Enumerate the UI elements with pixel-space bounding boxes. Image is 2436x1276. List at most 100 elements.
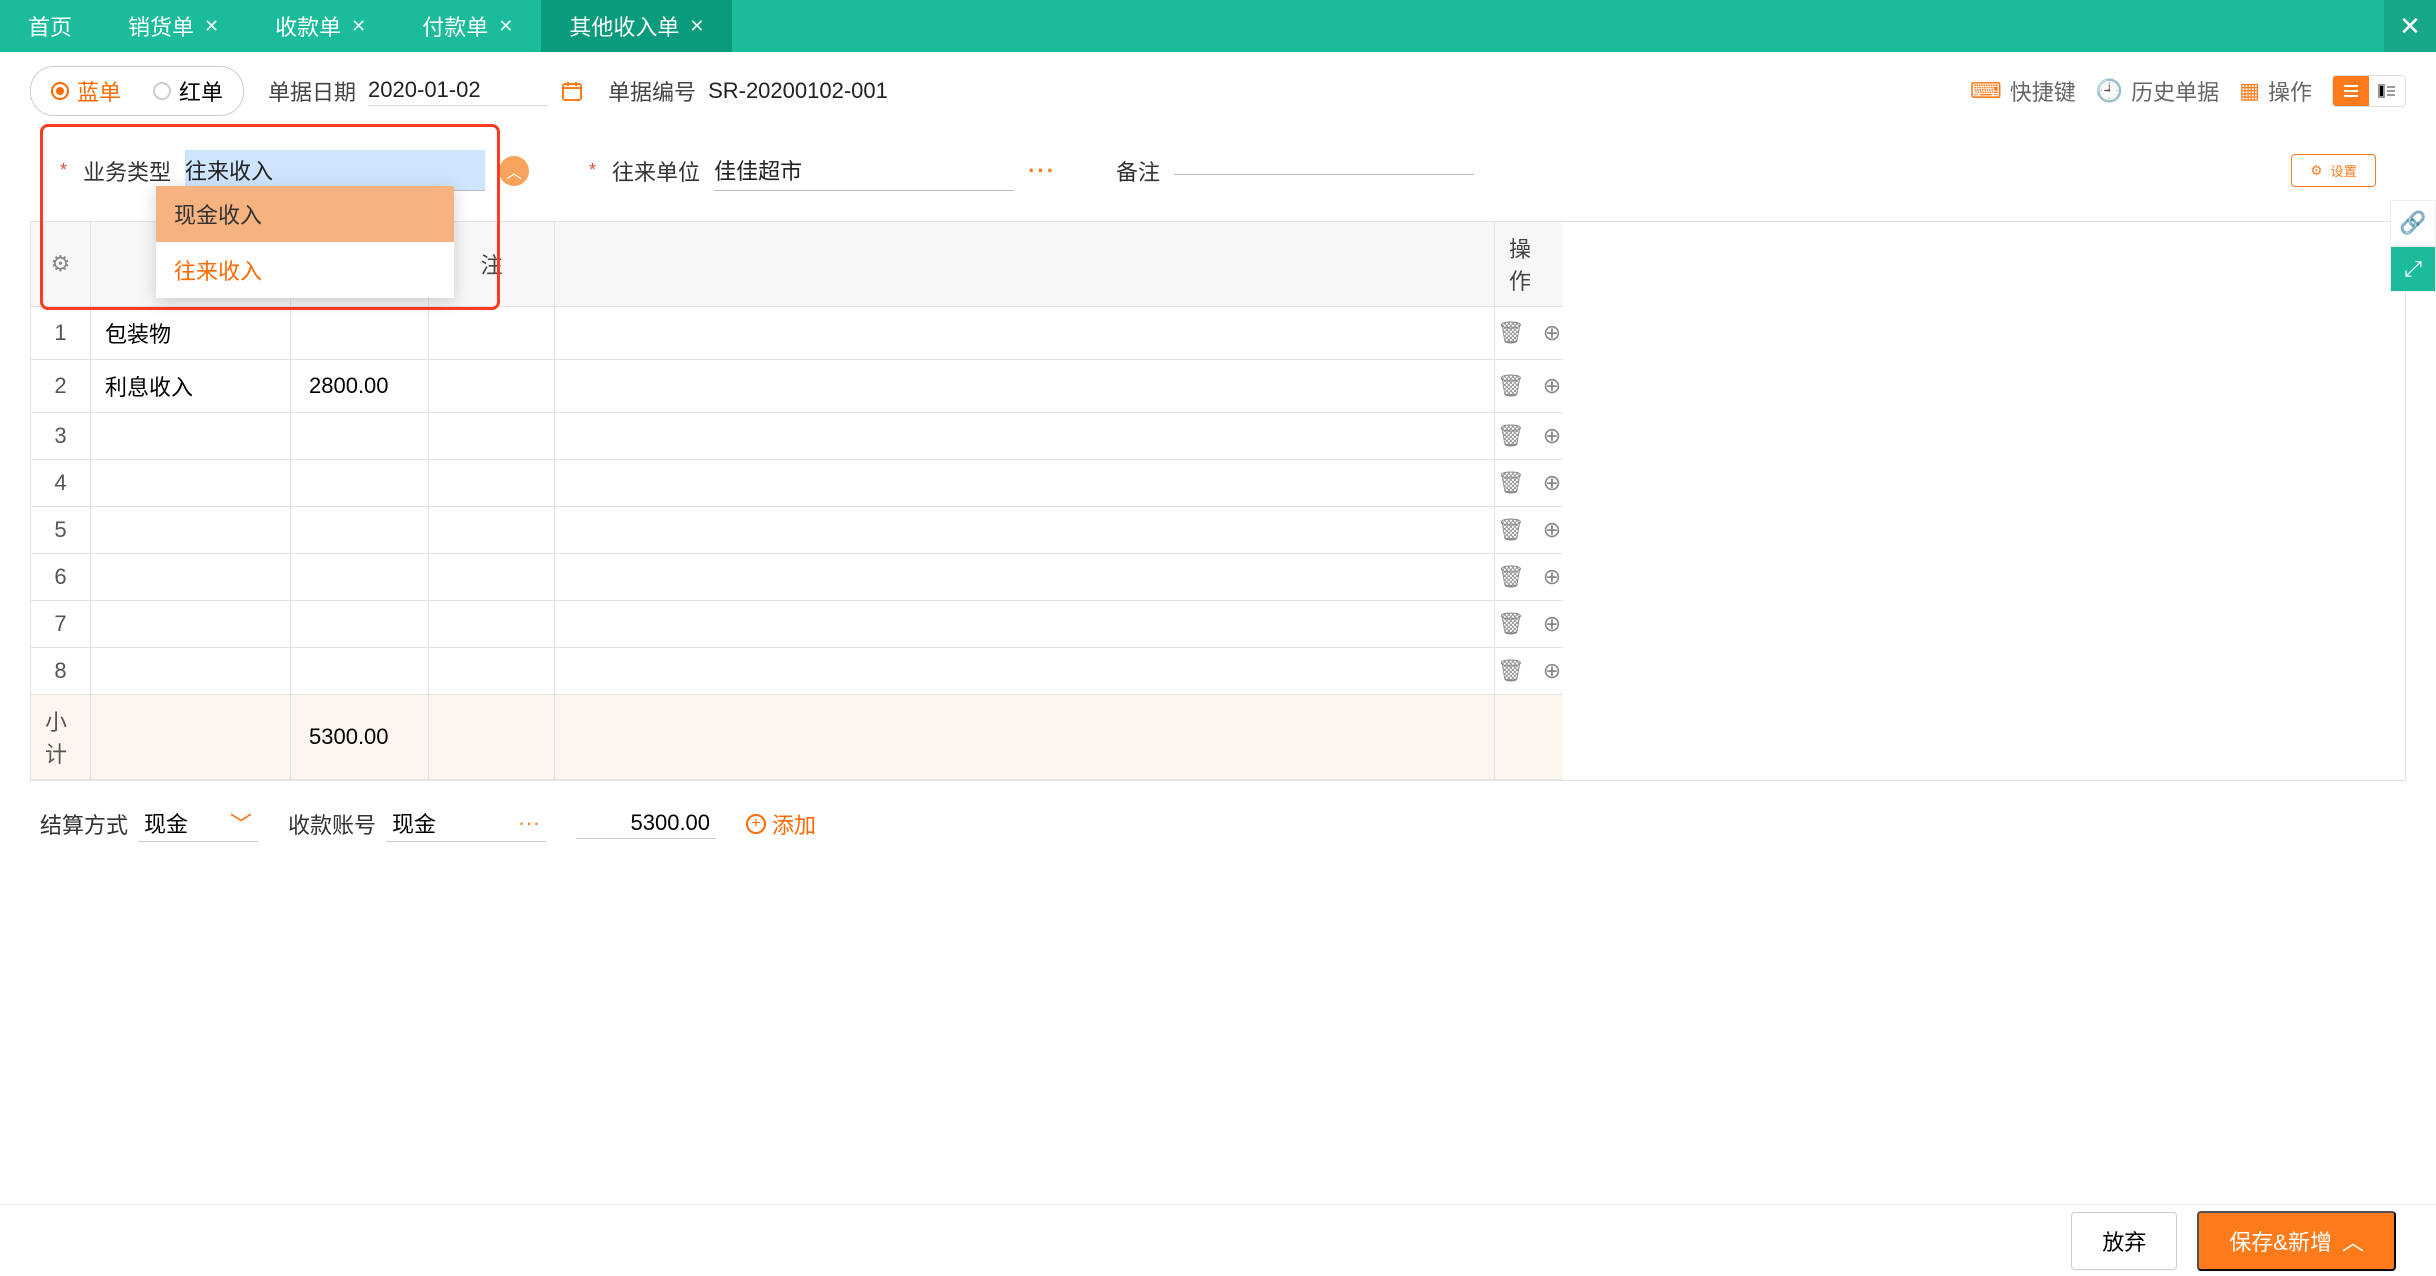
delete-icon[interactable]: 🗑 bbox=[1497, 320, 1525, 346]
add-row-icon[interactable]: ⊕ bbox=[1543, 320, 1561, 346]
tab-home[interactable]: 首页 bbox=[0, 0, 100, 52]
cell-remark[interactable] bbox=[429, 460, 555, 507]
delete-icon[interactable]: 🗑 bbox=[1497, 517, 1525, 543]
cell-income-name[interactable] bbox=[91, 648, 291, 695]
view-detail-button[interactable] bbox=[2369, 76, 2405, 106]
row-number: 4 bbox=[31, 460, 91, 507]
biz-type-dropdown: 现金收入 往来收入 bbox=[156, 186, 454, 298]
cell-income-name[interactable]: 利息收入 bbox=[91, 360, 291, 413]
party-label: 往来单位 bbox=[612, 155, 700, 187]
close-icon[interactable]: ✕ bbox=[498, 16, 513, 37]
close-icon[interactable]: ✕ bbox=[204, 16, 219, 37]
cell-amount[interactable] bbox=[291, 601, 429, 648]
cell-income-name[interactable] bbox=[91, 554, 291, 601]
cell-income-name[interactable] bbox=[91, 460, 291, 507]
delete-icon[interactable]: 🗑 bbox=[1497, 373, 1525, 399]
bill-type-red[interactable]: 红单 bbox=[137, 71, 239, 111]
add-row-icon[interactable]: ⊕ bbox=[1543, 517, 1561, 543]
cell-remark[interactable] bbox=[429, 554, 555, 601]
add-row-icon[interactable]: ⊕ bbox=[1543, 423, 1561, 449]
tab-payment[interactable]: 付款单✕ bbox=[394, 0, 541, 52]
cell-spacer bbox=[555, 507, 1495, 554]
cell-amount[interactable] bbox=[291, 460, 429, 507]
history-button[interactable]: 🕘历史单据 bbox=[2096, 75, 2219, 107]
chevron-up-icon[interactable]: ︿ bbox=[499, 156, 529, 186]
row-ops: 🗑⊕ bbox=[1495, 507, 1563, 554]
subtotal-spacer bbox=[555, 695, 1495, 780]
close-icon[interactable]: ✕ bbox=[351, 16, 366, 37]
calendar-icon[interactable] bbox=[560, 79, 584, 103]
row-ops: 🗑⊕ bbox=[1495, 307, 1563, 360]
tab-other-income[interactable]: 其他收入单✕ bbox=[541, 0, 732, 52]
cell-income-name[interactable] bbox=[91, 507, 291, 554]
cell-spacer bbox=[555, 648, 1495, 695]
top-tab-bar: 首页 销货单✕ 收款单✕ 付款单✕ 其他收入单✕ ✕ bbox=[0, 0, 2436, 52]
cell-income-name[interactable]: 包装物 bbox=[91, 307, 291, 360]
save-new-button[interactable]: 保存&新增 ︿ bbox=[2197, 1211, 2396, 1271]
view-list-button[interactable] bbox=[2333, 76, 2369, 106]
operate-button[interactable]: ▦操作 bbox=[2239, 75, 2312, 107]
subtotal-spacer bbox=[91, 695, 291, 780]
dropdown-option-credit-income[interactable]: 往来收入 bbox=[156, 242, 454, 298]
dropdown-option-cash-income[interactable]: 现金收入 bbox=[156, 186, 454, 242]
subtotal-spacer bbox=[429, 695, 555, 780]
doc-date-value[interactable]: 2020-01-02 bbox=[368, 77, 548, 106]
remark-input[interactable] bbox=[1174, 166, 1474, 175]
account-select[interactable]: 现金 ··· bbox=[386, 805, 546, 842]
cell-remark[interactable] bbox=[429, 601, 555, 648]
cell-amount[interactable] bbox=[291, 554, 429, 601]
cell-spacer bbox=[555, 601, 1495, 648]
settings-button[interactable]: ⚙ 设置 bbox=[2291, 154, 2376, 187]
bill-type-toggle: 蓝单 红单 bbox=[30, 66, 244, 116]
tab-sales-order[interactable]: 销货单✕ bbox=[100, 0, 247, 52]
bill-type-blue[interactable]: 蓝单 bbox=[35, 71, 137, 111]
cell-remark[interactable] bbox=[429, 648, 555, 695]
add-row-icon[interactable]: ⊕ bbox=[1543, 470, 1561, 496]
discard-button[interactable]: 放弃 bbox=[2071, 1212, 2177, 1270]
window-close-button[interactable]: ✕ bbox=[2384, 0, 2436, 52]
add-row-icon[interactable]: ⊕ bbox=[1543, 658, 1561, 684]
row-number: 6 bbox=[31, 554, 91, 601]
delete-icon[interactable]: 🗑 bbox=[1497, 423, 1525, 449]
settle-method-select[interactable]: 现金 ﹀ bbox=[138, 805, 258, 842]
tab-receipt[interactable]: 收款单✕ bbox=[247, 0, 394, 52]
close-icon[interactable]: ✕ bbox=[689, 16, 704, 37]
payment-amount-input[interactable]: 5300.00 bbox=[576, 808, 716, 839]
add-row-icon[interactable]: ⊕ bbox=[1543, 611, 1561, 637]
delete-icon[interactable]: 🗑 bbox=[1497, 658, 1525, 684]
cell-remark[interactable] bbox=[429, 413, 555, 460]
footer-bar: 放弃 保存&新增 ︿ bbox=[0, 1204, 2436, 1276]
delete-icon[interactable]: 🗑 bbox=[1497, 611, 1525, 637]
settle-method-label: 结算方式 bbox=[40, 808, 128, 840]
cell-amount[interactable] bbox=[291, 307, 429, 360]
cell-amount[interactable] bbox=[291, 648, 429, 695]
cell-remark[interactable] bbox=[429, 507, 555, 554]
doc-date-field: 单据日期 2020-01-02 bbox=[268, 75, 584, 107]
row-ops: 🗑⊕ bbox=[1495, 460, 1563, 507]
ellipsis-icon[interactable]: ··· bbox=[1028, 158, 1056, 184]
cell-remark[interactable] bbox=[429, 360, 555, 413]
shortcut-button[interactable]: ⌨快捷键 bbox=[1970, 75, 2076, 107]
cell-remark[interactable] bbox=[429, 307, 555, 360]
attachment-button[interactable]: 🔗 bbox=[2390, 200, 2436, 246]
delete-icon[interactable]: 🗑 bbox=[1497, 470, 1525, 496]
cell-amount[interactable] bbox=[291, 413, 429, 460]
cell-income-name[interactable] bbox=[91, 413, 291, 460]
party-input[interactable]: 佳佳超市 bbox=[714, 150, 1014, 191]
expand-button[interactable]: ⤢ bbox=[2390, 246, 2436, 292]
payment-amount-field: 5300.00 bbox=[576, 808, 716, 839]
row-number: 3 bbox=[31, 413, 91, 460]
toolbar-right: ⌨快捷键 🕘历史单据 ▦操作 bbox=[1970, 75, 2406, 107]
add-payment-button[interactable]: + 添加 bbox=[746, 808, 816, 840]
table-settings-header[interactable]: ⚙ bbox=[31, 222, 91, 307]
doc-no-value: SR-20200102-001 bbox=[708, 78, 888, 104]
cell-amount[interactable] bbox=[291, 507, 429, 554]
biz-type-input[interactable]: 往来收入 bbox=[185, 150, 485, 191]
cell-spacer bbox=[555, 360, 1495, 413]
add-row-icon[interactable]: ⊕ bbox=[1543, 564, 1561, 590]
cell-amount[interactable]: 2800.00 bbox=[291, 360, 429, 413]
table-row: 8 🗑⊕ bbox=[31, 648, 2405, 695]
cell-income-name[interactable] bbox=[91, 601, 291, 648]
add-row-icon[interactable]: ⊕ bbox=[1543, 373, 1561, 399]
delete-icon[interactable]: 🗑 bbox=[1497, 564, 1525, 590]
